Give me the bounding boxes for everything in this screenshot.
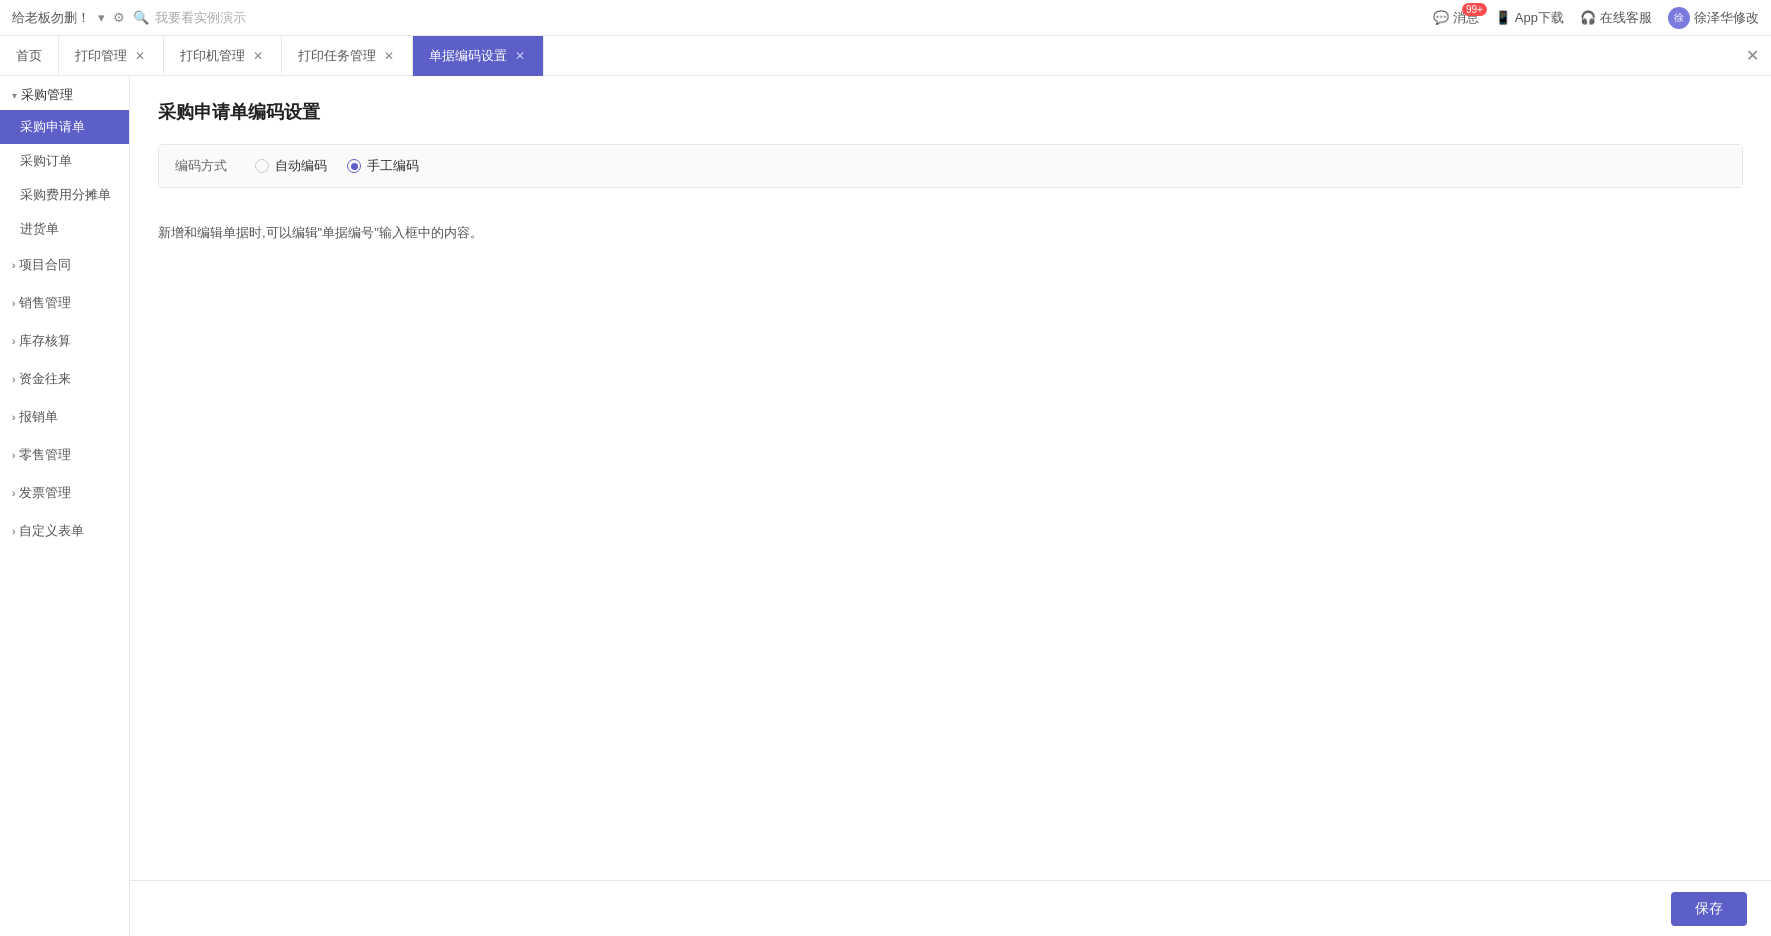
top-bar-left: 给老板勿删！ ▾ ⚙ 🔍 我要看实例演示 bbox=[12, 9, 246, 27]
sidebar-group-returns[interactable]: › 报销单 bbox=[0, 398, 129, 436]
hint-text: 新增和编辑单据时,可以编辑"单据编号"输入框中的内容。 bbox=[158, 208, 1743, 258]
purchase-expense-label: 采购费用分摊单 bbox=[20, 187, 111, 202]
tab-printer-mgmt[interactable]: 打印机管理 ✕ bbox=[164, 36, 282, 76]
content-area: 采购申请单编码设置 编码方式 自动编码 手工编码 bbox=[130, 76, 1771, 936]
custom-expand-icon: › bbox=[12, 526, 15, 537]
tab-barcode-settings-label: 单据编码设置 bbox=[429, 47, 507, 65]
sidebar-group-purchase-title[interactable]: ▾ 采购管理 bbox=[0, 76, 129, 110]
app-download-button[interactable]: 📱 App下载 bbox=[1495, 9, 1564, 27]
encoding-row: 编码方式 自动编码 手工编码 bbox=[159, 145, 1742, 187]
funds-expand-icon: › bbox=[12, 374, 15, 385]
sidebar-group-invoice[interactable]: › 发票管理 bbox=[0, 474, 129, 512]
tab-print-mgmt[interactable]: 打印管理 ✕ bbox=[59, 36, 164, 76]
sidebar-group-custom[interactable]: › 自定义表单 bbox=[0, 512, 129, 550]
custom-label: 自定义表单 bbox=[19, 522, 84, 540]
tab-bar: 首页 打印管理 ✕ 打印机管理 ✕ 打印任务管理 ✕ 单据编码设置 ✕ ✕ bbox=[0, 36, 1771, 76]
search-bar[interactable]: 🔍 我要看实例演示 bbox=[133, 9, 246, 27]
purchase-expand-icon: ▾ bbox=[12, 90, 17, 101]
tab-print-mgmt-close[interactable]: ✕ bbox=[133, 49, 147, 63]
top-bar: 给老板勿删！ ▾ ⚙ 🔍 我要看实例演示 💬 消息 99+ 📱 App下载 🎧 … bbox=[0, 0, 1771, 36]
sidebar-item-inbound[interactable]: 进货单 bbox=[0, 212, 129, 246]
radio-manual-circle bbox=[347, 159, 361, 173]
top-bar-right: 💬 消息 99+ 📱 App下载 🎧 在线客服 徐 徐泽华修改 bbox=[1433, 7, 1759, 29]
messages-badge: 99+ bbox=[1462, 3, 1487, 16]
avatar-letter: 徐 bbox=[1674, 11, 1684, 25]
settings-icon[interactable]: ⚙ bbox=[113, 10, 125, 25]
dropdown-icon[interactable]: ▾ bbox=[98, 10, 105, 25]
tab-home[interactable]: 首页 bbox=[0, 36, 59, 76]
purchase-order-label: 采购订单 bbox=[20, 153, 72, 168]
sidebar-group-retail[interactable]: › 零售管理 bbox=[0, 436, 129, 474]
inventory-expand-icon: › bbox=[12, 336, 15, 347]
sidebar-item-purchase-order[interactable]: 采购订单 bbox=[0, 144, 129, 178]
inbound-label: 进货单 bbox=[20, 221, 59, 236]
invoice-expand-icon: › bbox=[12, 488, 15, 499]
purchase-request-label: 采购申请单 bbox=[20, 119, 85, 134]
sidebar: ▾ 采购管理 采购申请单 采购订单 采购费用分摊单 进货单 › 项目合同 › 销… bbox=[0, 76, 130, 936]
support-label: 在线客服 bbox=[1600, 9, 1652, 27]
online-support-button[interactable]: 🎧 在线客服 bbox=[1580, 9, 1652, 27]
radio-auto[interactable]: 自动编码 bbox=[255, 157, 327, 175]
messages-button[interactable]: 💬 消息 99+ bbox=[1433, 9, 1479, 27]
sidebar-item-purchase-expense[interactable]: 采购费用分摊单 bbox=[0, 178, 129, 212]
radio-auto-circle bbox=[255, 159, 269, 173]
search-icon: 🔍 bbox=[133, 10, 149, 25]
sidebar-group-purchase: ▾ 采购管理 采购申请单 采购订单 采购费用分摊单 进货单 bbox=[0, 76, 129, 246]
tab-print-task-close[interactable]: ✕ bbox=[382, 49, 396, 63]
search-text: 我要看实例演示 bbox=[155, 9, 246, 27]
encoding-method-label: 编码方式 bbox=[175, 157, 255, 175]
user-profile[interactable]: 徐 徐泽华修改 bbox=[1668, 7, 1759, 29]
content-footer: 保存 bbox=[130, 880, 1771, 936]
returns-expand-icon: › bbox=[12, 412, 15, 423]
sidebar-group-inventory[interactable]: › 库存核算 bbox=[0, 322, 129, 360]
tab-printer-mgmt-label: 打印机管理 bbox=[180, 47, 245, 65]
page-title: 采购申请单编码设置 bbox=[158, 100, 1743, 124]
sidebar-item-purchase-request[interactable]: 采购申请单 bbox=[0, 110, 129, 144]
support-icon: 🎧 bbox=[1580, 10, 1596, 25]
radio-group: 自动编码 手工编码 bbox=[255, 157, 419, 175]
avatar: 徐 bbox=[1668, 7, 1690, 29]
save-button[interactable]: 保存 bbox=[1671, 892, 1747, 926]
radio-manual-label: 手工编码 bbox=[367, 157, 419, 175]
radio-manual[interactable]: 手工编码 bbox=[347, 157, 419, 175]
tab-print-task[interactable]: 打印任务管理 ✕ bbox=[282, 36, 413, 76]
project-expand-icon: › bbox=[12, 260, 15, 271]
radio-auto-label: 自动编码 bbox=[275, 157, 327, 175]
purchase-group-label: 采购管理 bbox=[21, 86, 73, 104]
project-label: 项目合同 bbox=[19, 256, 71, 274]
sidebar-group-funds[interactable]: › 资金往来 bbox=[0, 360, 129, 398]
brand-text: 给老板勿删！ bbox=[12, 9, 90, 27]
close-all-button[interactable]: ✕ bbox=[1746, 46, 1759, 65]
sales-label: 销售管理 bbox=[19, 294, 71, 312]
encoding-section: 编码方式 自动编码 手工编码 bbox=[158, 144, 1743, 188]
tab-barcode-settings[interactable]: 单据编码设置 ✕ bbox=[413, 36, 544, 76]
returns-label: 报销单 bbox=[19, 408, 58, 426]
inventory-label: 库存核算 bbox=[19, 332, 71, 350]
sidebar-group-project[interactable]: › 项目合同 bbox=[0, 246, 129, 284]
invoice-label: 发票管理 bbox=[19, 484, 71, 502]
app-icon: 📱 bbox=[1495, 10, 1511, 25]
tab-home-label: 首页 bbox=[16, 47, 42, 65]
tab-printer-mgmt-close[interactable]: ✕ bbox=[251, 49, 265, 63]
main-layout: ▾ 采购管理 采购申请单 采购订单 采购费用分摊单 进货单 › 项目合同 › 销… bbox=[0, 76, 1771, 936]
app-label: App下载 bbox=[1515, 9, 1564, 27]
sidebar-group-sales[interactable]: › 销售管理 bbox=[0, 284, 129, 322]
retail-label: 零售管理 bbox=[19, 446, 71, 464]
user-name: 徐泽华修改 bbox=[1694, 9, 1759, 27]
sales-expand-icon: › bbox=[12, 298, 15, 309]
tab-print-mgmt-label: 打印管理 bbox=[75, 47, 127, 65]
tab-print-task-label: 打印任务管理 bbox=[298, 47, 376, 65]
tab-barcode-settings-close[interactable]: ✕ bbox=[513, 49, 527, 63]
retail-expand-icon: › bbox=[12, 450, 15, 461]
funds-label: 资金往来 bbox=[19, 370, 71, 388]
messages-icon: 💬 bbox=[1433, 10, 1449, 25]
content-inner: 采购申请单编码设置 编码方式 自动编码 手工编码 bbox=[130, 76, 1771, 880]
